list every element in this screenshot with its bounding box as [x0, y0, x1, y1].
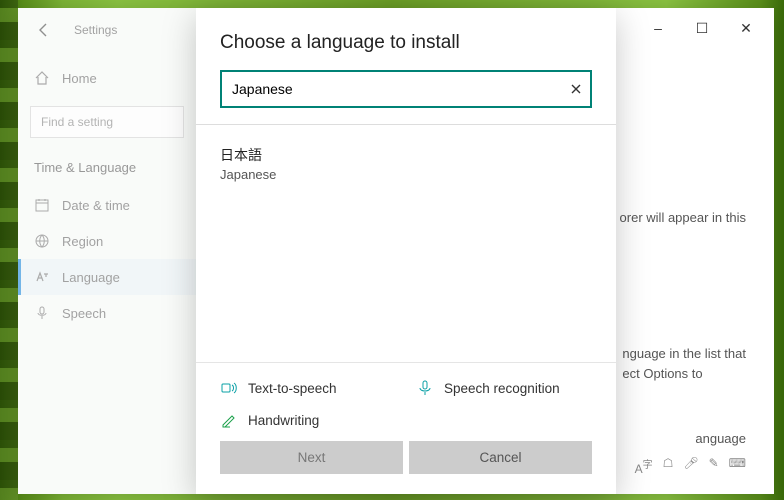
tts-icon: [220, 379, 238, 397]
sidebar-item-language[interactable]: Language: [18, 259, 196, 295]
find-setting-search[interactable]: [30, 106, 184, 138]
sidebar-item-label: Language: [62, 270, 120, 285]
language-english-name: Japanese: [220, 167, 592, 182]
back-button[interactable]: [36, 22, 52, 38]
tts-icon: ☖: [663, 456, 674, 476]
feature-tts: Text-to-speech: [220, 379, 396, 397]
language-search-input[interactable]: [220, 70, 592, 108]
handwriting-icon: ✎: [709, 456, 719, 476]
minimize-button[interactable]: –: [636, 14, 680, 42]
cancel-button[interactable]: Cancel: [409, 441, 592, 474]
microphone-icon: [416, 379, 434, 397]
feature-handwriting: Handwriting: [220, 411, 396, 429]
language-feature-icons-row: A字 ☖ 🎤︎ ✎ ⌨: [635, 456, 746, 476]
sidebar-item-home[interactable]: Home: [18, 60, 196, 96]
sidebar-item-label: Region: [62, 234, 103, 249]
find-setting-input[interactable]: [30, 106, 184, 138]
obscured-text: nguage in the list that ect Options to: [622, 344, 746, 383]
language-features: Text-to-speech Speech recognition Handwr…: [196, 362, 616, 441]
sidebar-item-region[interactable]: Region: [18, 223, 196, 259]
language-result-item[interactable]: 日本語 Japanese: [220, 139, 592, 188]
language-icon: A字: [635, 456, 653, 476]
keyboard-icon: ⌨: [729, 456, 746, 476]
handwriting-icon: [220, 411, 238, 429]
window-title: Settings: [74, 23, 117, 37]
obscured-text: anguage: [695, 431, 746, 446]
close-button[interactable]: ✕: [724, 14, 768, 42]
microphone-icon: [34, 305, 50, 321]
sidebar-item-label: Home: [62, 71, 97, 86]
settings-sidebar: Settings Home Time & Language Date & tim…: [18, 8, 196, 494]
choose-language-dialog: Choose a language to install 日本語 Japanes…: [196, 8, 616, 494]
feature-label: Speech recognition: [444, 381, 560, 396]
language-results-list: 日本語 Japanese: [196, 125, 616, 362]
clear-search-button[interactable]: [570, 83, 582, 95]
maximize-button[interactable]: ☐: [680, 14, 724, 42]
sidebar-item-date-time[interactable]: Date & time: [18, 187, 196, 223]
obscured-text: orer will appear in this: [620, 208, 746, 228]
globe-icon: [34, 233, 50, 249]
feature-speech-recognition: Speech recognition: [416, 379, 592, 397]
home-icon: [34, 70, 50, 86]
sidebar-item-label: Date & time: [62, 198, 130, 213]
next-button[interactable]: Next: [220, 441, 403, 474]
sidebar-item-label: Speech: [62, 306, 106, 321]
dialog-title: Choose a language to install: [196, 8, 616, 70]
calendar-clock-icon: [34, 197, 50, 213]
microphone-icon: 🎤︎: [683, 456, 698, 476]
sidebar-item-speech[interactable]: Speech: [18, 295, 196, 331]
sidebar-section-title: Time & Language: [18, 152, 196, 181]
language-native-name: 日本語: [220, 145, 592, 165]
language-icon: [34, 269, 50, 285]
feature-label: Text-to-speech: [248, 381, 337, 396]
feature-label: Handwriting: [248, 413, 319, 428]
